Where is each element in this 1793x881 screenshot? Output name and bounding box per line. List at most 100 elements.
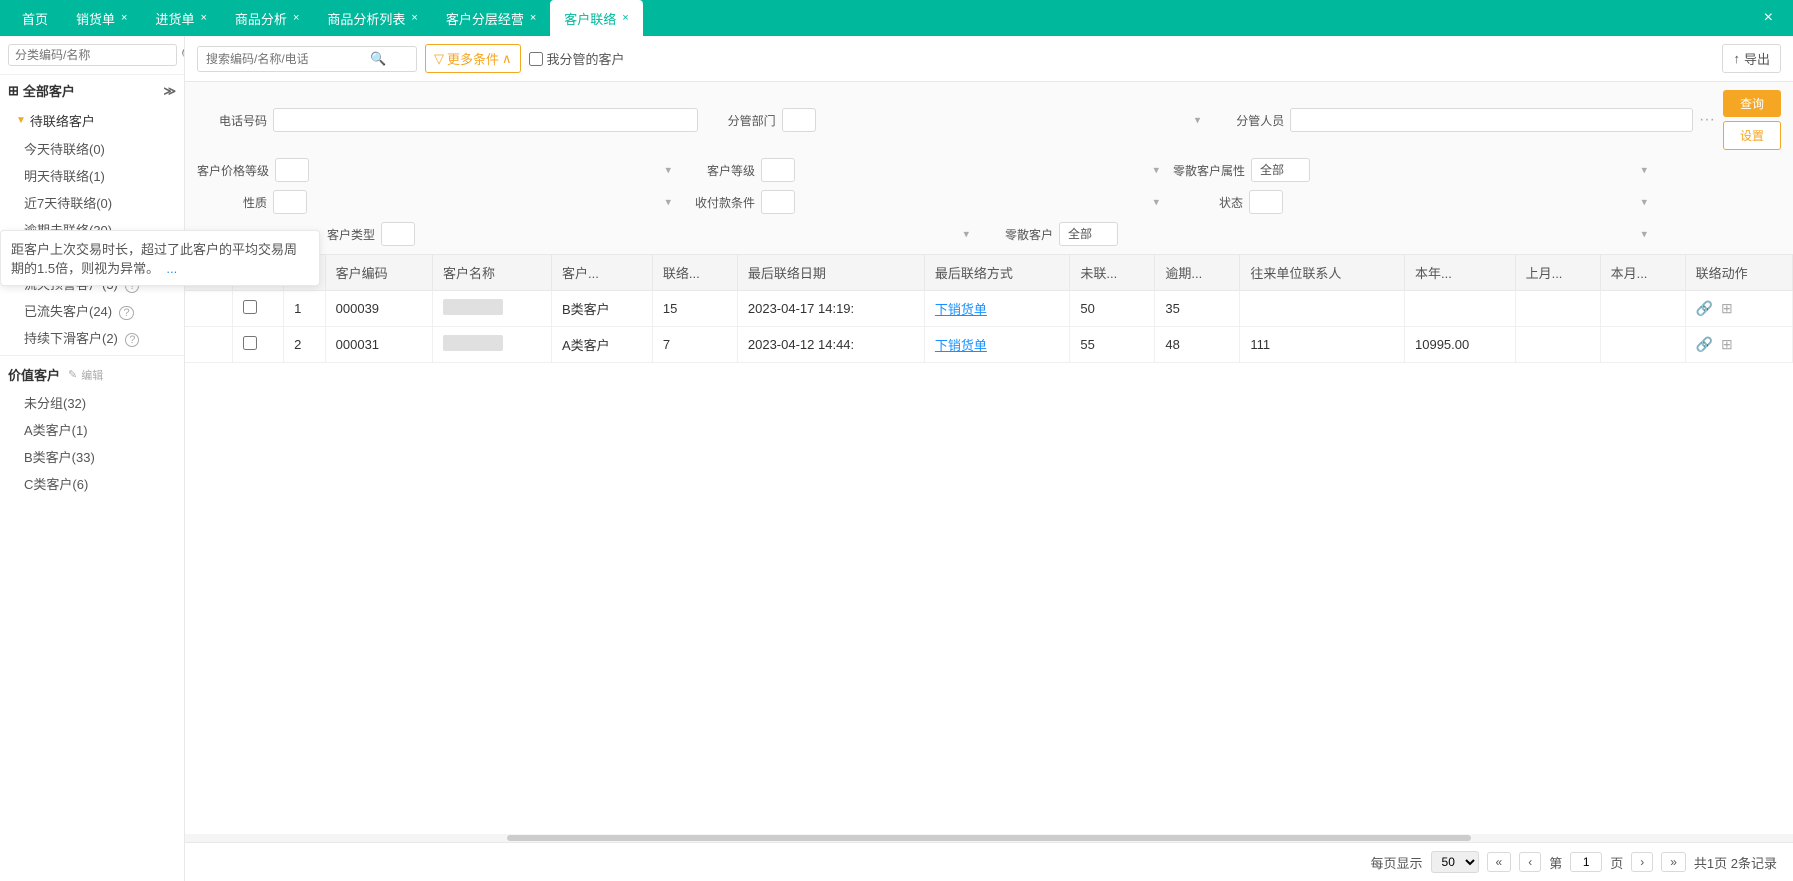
row2-method-link[interactable]: 下销货单 — [935, 338, 987, 353]
sidebar-item-b-class[interactable]: B类客户(33) — [0, 443, 184, 470]
col-contact[interactable]: 联络... — [652, 255, 737, 291]
row2-select-checkbox[interactable] — [243, 336, 257, 350]
col-last-contact-method[interactable]: 最后联络方式 — [924, 255, 1070, 291]
more-conditions-btn[interactable]: ▽ 更多条件 ∧ — [425, 44, 521, 73]
col-customer-name[interactable]: 客户名称 — [432, 255, 551, 291]
col-not-contact[interactable]: 未联... — [1070, 255, 1155, 291]
sidebar-pending-contact[interactable]: ▼ 待联络客户 — [0, 106, 184, 135]
scatter-customer-select[interactable]: 全部 — [1059, 222, 1118, 246]
edit-icon[interactable]: ✎ — [68, 368, 77, 381]
prev-page-btn[interactable]: ‹ — [1519, 852, 1541, 872]
row2-customer-name — [432, 327, 551, 363]
total-label: 共1页 2条记录 — [1694, 853, 1777, 872]
horizontal-scrollbar[interactable] — [185, 834, 1793, 842]
row2-index: 2 — [284, 327, 325, 363]
scatter-attr-select[interactable]: 全部 — [1251, 158, 1310, 182]
nav-item-home[interactable]: 首页 — [8, 0, 62, 36]
my-customers-filter[interactable]: 我分管的客户 — [529, 49, 625, 68]
settings-button[interactable]: 设置 — [1723, 121, 1781, 150]
sidebar-item-c-class[interactable]: C类客户(6) — [0, 470, 184, 497]
filter-cell-dept: 分管部门 — [706, 108, 1207, 132]
col-overdue[interactable]: 逾期... — [1155, 255, 1240, 291]
nav-item-customer-contact[interactable]: 客户联络 × — [550, 0, 642, 36]
row2-link-icon[interactable]: 🔗 — [1696, 336, 1713, 353]
query-button[interactable]: 查询 — [1723, 90, 1781, 117]
nav-item-product-list[interactable]: 商品分析列表 × — [313, 0, 431, 36]
first-page-btn[interactable]: « — [1487, 852, 1512, 872]
phone-input[interactable] — [273, 108, 698, 132]
nav-item-purchase[interactable]: 进货单 × — [141, 0, 220, 36]
search-input[interactable] — [206, 52, 366, 66]
nav-close-purchase[interactable]: × — [200, 12, 206, 24]
sidebar-item-ungroup[interactable]: 未分组(32) — [0, 389, 184, 416]
row1-this-year — [1405, 291, 1516, 327]
payment-label: 收付款条件 — [685, 194, 755, 211]
status-label: 状态 — [1173, 194, 1243, 211]
col-last-contact-date[interactable]: 最后联络日期 — [737, 255, 924, 291]
filter-row-4: ... 客户类型 零散客户 全部 — [197, 222, 1781, 246]
row1-customer-type: B类客户 — [551, 291, 652, 327]
row1-actions: 🔗 ⊞ — [1685, 291, 1792, 327]
nav-item-product-analysis[interactable]: 商品分析 × — [221, 0, 313, 36]
price-level-select[interactable] — [275, 158, 309, 182]
row1-method-link[interactable]: 下销货单 — [935, 302, 987, 317]
tooltip-more-dots[interactable]: ... — [166, 261, 177, 276]
continuous-down-info-icon: ? — [125, 333, 139, 347]
status-select[interactable] — [1249, 190, 1283, 214]
row1-name-blurred — [443, 299, 503, 315]
page-input[interactable] — [1570, 852, 1602, 872]
col-this-year[interactable]: 本年... — [1405, 255, 1516, 291]
chevron-up-icon: ∧ — [502, 51, 512, 67]
content-area: 🔍 ▽ 更多条件 ∧ 我分管的客户 ↑ 导出 电话号码 — [185, 36, 1793, 881]
sidebar-item-already-lost[interactable]: 已流失客户(24) ? — [0, 297, 184, 324]
nav-close-product-list[interactable]: × — [411, 12, 417, 24]
row1-last-contact-date: 2023-04-17 14:19: — [737, 291, 924, 327]
collapse-icon[interactable]: ≫ — [163, 84, 176, 98]
col-customer-code[interactable]: 客户编码 — [325, 255, 432, 291]
row1-index: 1 — [284, 291, 325, 327]
sidebar-item-7days[interactable]: 近7天待联络(0) — [0, 189, 184, 216]
sidebar-all-customers-header[interactable]: ⊞ 全部客户 ≫ — [0, 75, 184, 106]
col-last-unit-contact[interactable]: 往来单位联系人 — [1240, 255, 1405, 291]
col-last-month[interactable]: 上月... — [1515, 255, 1600, 291]
dept-select[interactable] — [782, 108, 816, 132]
per-page-select[interactable]: 50 — [1431, 851, 1479, 873]
person-input[interactable] — [1290, 108, 1693, 132]
my-customers-checkbox[interactable] — [529, 52, 543, 66]
sidebar-item-continuous-down[interactable]: 持续下滑客户(2) ? — [0, 324, 184, 351]
nav-item-sales[interactable]: 销货单 × — [62, 0, 141, 36]
export-button[interactable]: ↑ 导出 — [1722, 44, 1781, 73]
filter-cell-payment: 收付款条件 — [685, 190, 1165, 214]
row1-grid-icon[interactable]: ⊞ — [1721, 300, 1733, 317]
col-customer-type[interactable]: 客户... — [551, 255, 652, 291]
nav-close-sales[interactable]: × — [121, 12, 127, 24]
nature-select[interactable] — [273, 190, 307, 214]
payment-select[interactable] — [761, 190, 795, 214]
row1-link-icon[interactable]: 🔗 — [1696, 300, 1713, 317]
table-header-row: ⚙ # 客户编码 客户名称 客户... — [185, 255, 1793, 291]
customer-type-select[interactable] — [381, 222, 415, 246]
row2-gear — [185, 327, 232, 363]
sidebar-item-tomorrow[interactable]: 明天待联络(1) — [0, 162, 184, 189]
last-page-btn[interactable]: » — [1661, 852, 1686, 872]
customer-level-select[interactable] — [761, 158, 795, 182]
row1-select-checkbox[interactable] — [243, 300, 257, 314]
nav-close-product-analysis[interactable]: × — [293, 12, 299, 24]
close-all-nav[interactable]: × — [1752, 9, 1785, 27]
row2-grid-icon[interactable]: ⊞ — [1721, 336, 1733, 353]
sidebar-item-today[interactable]: 今天待联络(0) — [0, 135, 184, 162]
price-level-label: 客户价格等级 — [197, 162, 269, 179]
sidebar-search-area: 🔍 — [0, 36, 184, 75]
scrollbar-thumb[interactable] — [507, 835, 1472, 841]
filter-row-2: 客户价格等级 客户等级 零散客户属性 全部 — [197, 158, 1781, 182]
sidebar-item-a-class[interactable]: A类客户(1) — [0, 416, 184, 443]
next-page-btn[interactable]: › — [1631, 852, 1653, 872]
person-more-dots[interactable]: ··· — [1699, 111, 1715, 129]
nav-close-customer-tier[interactable]: × — [530, 12, 536, 24]
nav-item-customer-tier[interactable]: 客户分层经营 × — [432, 0, 550, 36]
col-this-month[interactable]: 本月... — [1600, 255, 1685, 291]
sidebar-price-customer-header[interactable]: 价值客户 ✎ 编辑 — [0, 360, 184, 389]
sidebar-search-input[interactable] — [8, 44, 177, 66]
nav-close-customer-contact[interactable]: × — [622, 12, 628, 24]
row2-this-month — [1600, 327, 1685, 363]
